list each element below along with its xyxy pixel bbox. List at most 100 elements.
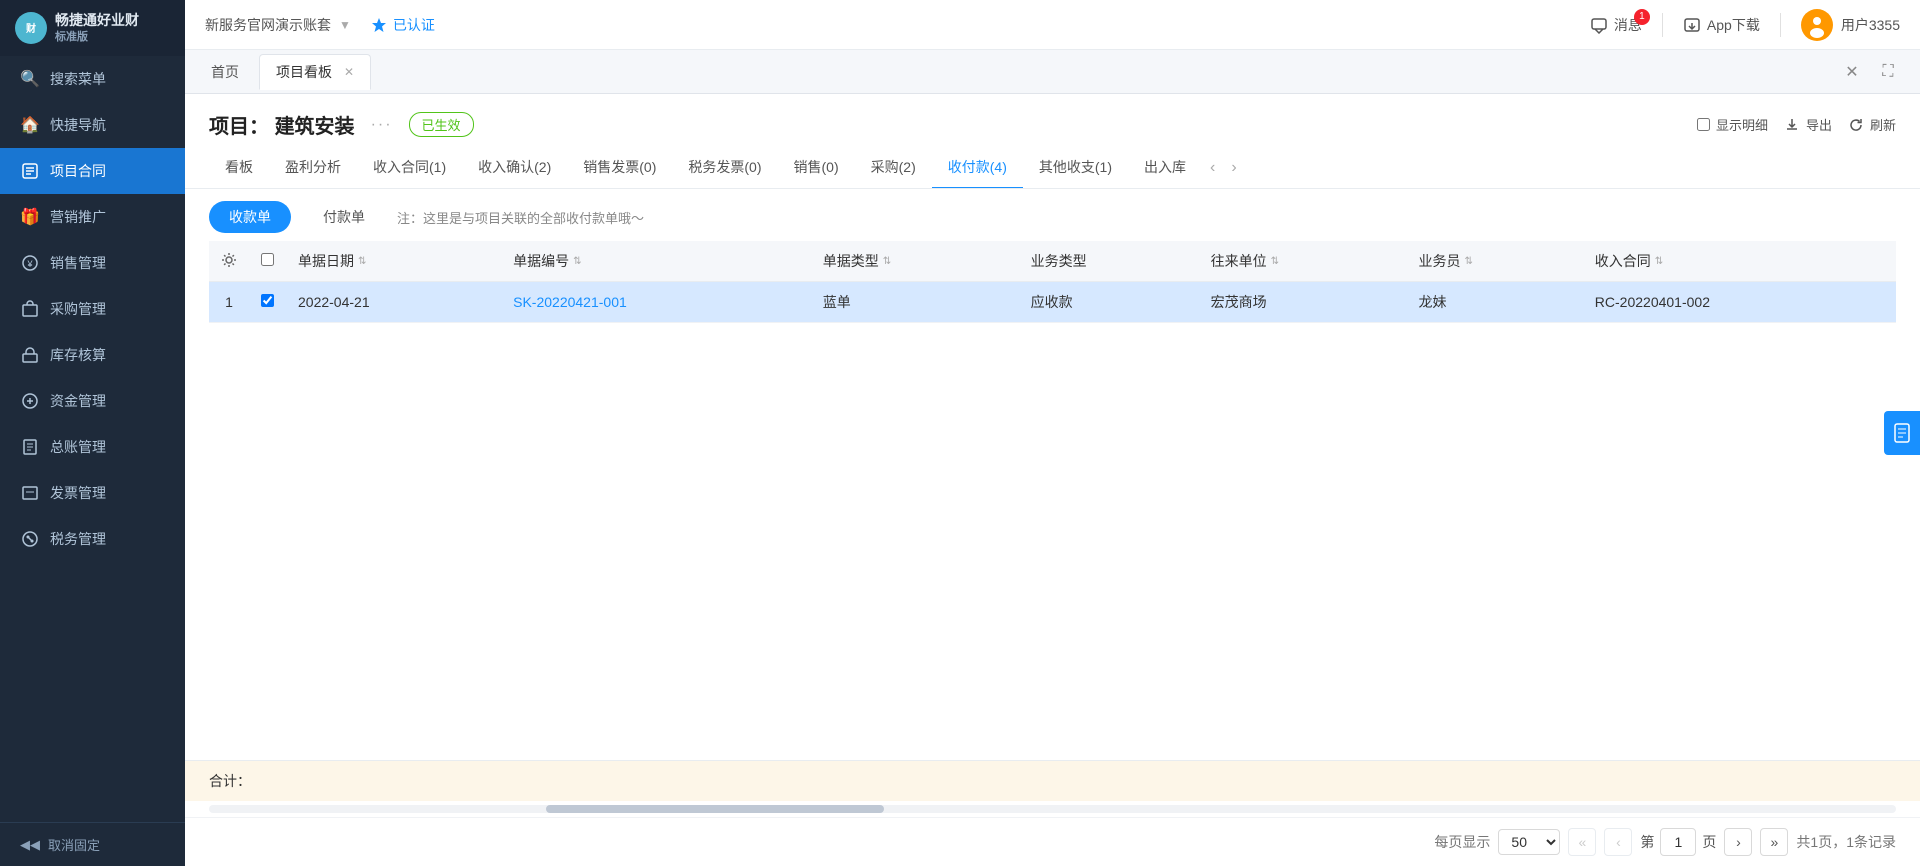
th-date-label: 单据日期 [298, 251, 354, 271]
sidebar-item-label-sales: 销售管理 [50, 253, 106, 273]
sub-nav-income-confirm[interactable]: 收入确认(2) [462, 147, 567, 189]
search-icon: 🔍 [20, 69, 40, 89]
user-label: 用户3355 [1841, 15, 1900, 35]
sidebar-item-label-inventory: 库存核算 [50, 345, 106, 365]
sub-nav-income-contract[interactable]: 收入合同(1) [357, 147, 462, 189]
app-download-button[interactable]: App下载 [1683, 15, 1760, 35]
sub-nav-other[interactable]: 其他收支(1) [1023, 147, 1128, 189]
user-avatar [1801, 9, 1833, 41]
app-name-block: 畅捷通好业财 标准版 [55, 12, 139, 45]
next-page-button[interactable]: › [1724, 828, 1752, 856]
show-detail-label: 显示明细 [1716, 115, 1768, 134]
table-scrollbar[interactable] [209, 805, 1896, 813]
th-type[interactable]: 单据类型 ⇅ [811, 241, 1019, 282]
project-more-button[interactable]: ··· [371, 116, 393, 134]
sub-tab-payment[interactable]: 付款单 [303, 201, 385, 233]
sidebar-item-marketing[interactable]: 🎁 营销推广 [0, 194, 185, 240]
account-name: 新服务官网演示账套 [205, 15, 331, 35]
sidebar-item-quick-nav[interactable]: 🏠 快捷导航 [0, 102, 185, 148]
th-settings[interactable] [209, 241, 249, 282]
sidebar-item-project-contract[interactable]: 项目合同 [0, 148, 185, 194]
tax-icon [20, 529, 40, 549]
total-label: 合计： [209, 773, 251, 789]
project-title: 项目： 建筑安装 [209, 110, 355, 139]
first-page-button[interactable]: « [1568, 828, 1596, 856]
app-name: 畅捷通好业财 [55, 12, 139, 29]
close-window-button[interactable]: ✕ [1838, 58, 1866, 86]
sidebar-item-invoice[interactable]: 发票管理 [0, 470, 185, 516]
sub-nav-purchase[interactable]: 采购(2) [855, 147, 932, 189]
sidebar-item-label-finance: 资金管理 [50, 391, 106, 411]
export-button[interactable]: 导出 [1784, 115, 1832, 134]
content-area: 项目： 建筑安装 ··· 已生效 显示明细 导出 刷新 [185, 94, 1920, 866]
prev-page-button[interactable]: ‹ [1604, 828, 1632, 856]
float-action-button[interactable] [1884, 411, 1920, 455]
sub-nav-profit[interactable]: 盈利分析 [269, 147, 357, 189]
page-number-input[interactable] [1660, 828, 1696, 856]
select-all-checkbox[interactable] [261, 253, 274, 266]
cert-status: 已认证 [371, 15, 435, 35]
tab-close-icon[interactable]: ✕ [344, 65, 354, 79]
row-checkbox[interactable] [261, 294, 274, 307]
th-salesperson[interactable]: 业务员 ⇅ [1406, 241, 1582, 282]
project-icon [20, 161, 40, 181]
th-checkbox[interactable] [249, 241, 286, 282]
tab-project-kanban[interactable]: 项目看板 ✕ [259, 54, 371, 90]
row-index: 1 [209, 282, 249, 323]
sub-nav-tax-invoice[interactable]: 税务发票(0) [672, 147, 777, 189]
sidebar-item-inventory[interactable]: 库存核算 [0, 332, 185, 378]
project-actions: 显示明细 导出 刷新 [1697, 115, 1896, 134]
sub-nav-next-icon[interactable]: › [1223, 155, 1244, 181]
project-name: 建筑安装 [275, 116, 355, 138]
sidebar-item-tax[interactable]: 税务管理 [0, 516, 185, 562]
th-number-label: 单据编号 [513, 251, 569, 271]
th-partner[interactable]: 往来单位 ⇅ [1199, 241, 1407, 282]
sidebar-item-label-project: 项目合同 [50, 161, 106, 181]
sidebar-item-purchase[interactable]: 采购管理 [0, 286, 185, 332]
row-checkbox-cell[interactable] [249, 282, 286, 323]
ledger-icon [20, 437, 40, 457]
sub-nav-kanban[interactable]: 看板 [209, 147, 269, 189]
sidebar-item-sales[interactable]: ¥ 销售管理 [0, 240, 185, 286]
th-number[interactable]: 单据编号 ⇅ [501, 241, 811, 282]
table-row[interactable]: 1 2022-04-21 SK-20220421-001 蓝单 应收款 宏茂商场 [209, 282, 1896, 323]
tab-home-label: 首页 [211, 62, 239, 82]
last-page-button[interactable]: » [1760, 828, 1788, 856]
th-contract[interactable]: 收入合同 ⇅ [1583, 241, 1896, 282]
page-size-select[interactable]: 20 50 100 [1498, 829, 1560, 855]
row-number-link[interactable]: SK-20220421-001 [513, 294, 627, 310]
page-label: 第 [1640, 832, 1654, 852]
th-type-label: 单据类型 [823, 251, 879, 271]
sidebar-item-finance[interactable]: 资金管理 [0, 378, 185, 424]
row-number[interactable]: SK-20220421-001 [501, 282, 811, 323]
table-total: 合计： [185, 760, 1920, 801]
sub-nav-prev-icon[interactable]: ‹ [1202, 155, 1223, 181]
sub-tab-note: 注：这里是与项目关联的全部收付款单哦～ [397, 208, 644, 227]
sub-nav-sales-invoice[interactable]: 销售发票(0) [567, 147, 672, 189]
th-partner-label: 往来单位 [1211, 251, 1267, 271]
page-total-text: 共1页，1条记录 [1796, 832, 1896, 852]
sidebar-item-label-tax: 税务管理 [50, 529, 106, 549]
row-type: 蓝单 [811, 282, 1019, 323]
th-date[interactable]: 单据日期 ⇅ [286, 241, 501, 282]
sub-nav-payment[interactable]: 收付款(4) [932, 147, 1023, 189]
tab-home[interactable]: 首页 [195, 54, 255, 90]
sub-tab-receipt[interactable]: 收款单 [209, 201, 291, 233]
sidebar-item-ledger[interactable]: 总账管理 [0, 424, 185, 470]
pagination: 每页显示 20 50 100 « ‹ 第 页 › » 共1页，1条记录 [185, 817, 1920, 866]
refresh-button[interactable]: 刷新 [1848, 115, 1896, 134]
tabbar-icons: ✕ ⛶ [1838, 58, 1910, 86]
show-detail-checkbox[interactable] [1697, 118, 1710, 131]
sidebar-unpin[interactable]: ◀◀ 取消固定 [0, 822, 185, 866]
sub-nav-sales[interactable]: 销售(0) [778, 147, 855, 189]
sidebar-item-search[interactable]: 🔍 搜索菜单 [0, 56, 185, 102]
message-button[interactable]: 消息 1 [1590, 15, 1642, 35]
user-menu[interactable]: 用户3355 [1801, 9, 1900, 41]
table-scrollbar-row [185, 801, 1920, 817]
show-detail-toggle[interactable]: 显示明细 [1697, 115, 1768, 134]
sub-nav-inout[interactable]: 出入库 [1128, 147, 1202, 189]
page-size-label: 每页显示 [1434, 832, 1490, 852]
account-selector[interactable]: 新服务官网演示账套 ▼ [205, 15, 351, 35]
sidebar-item-label-purchase: 采购管理 [50, 299, 106, 319]
fullscreen-button[interactable]: ⛶ [1874, 58, 1902, 86]
